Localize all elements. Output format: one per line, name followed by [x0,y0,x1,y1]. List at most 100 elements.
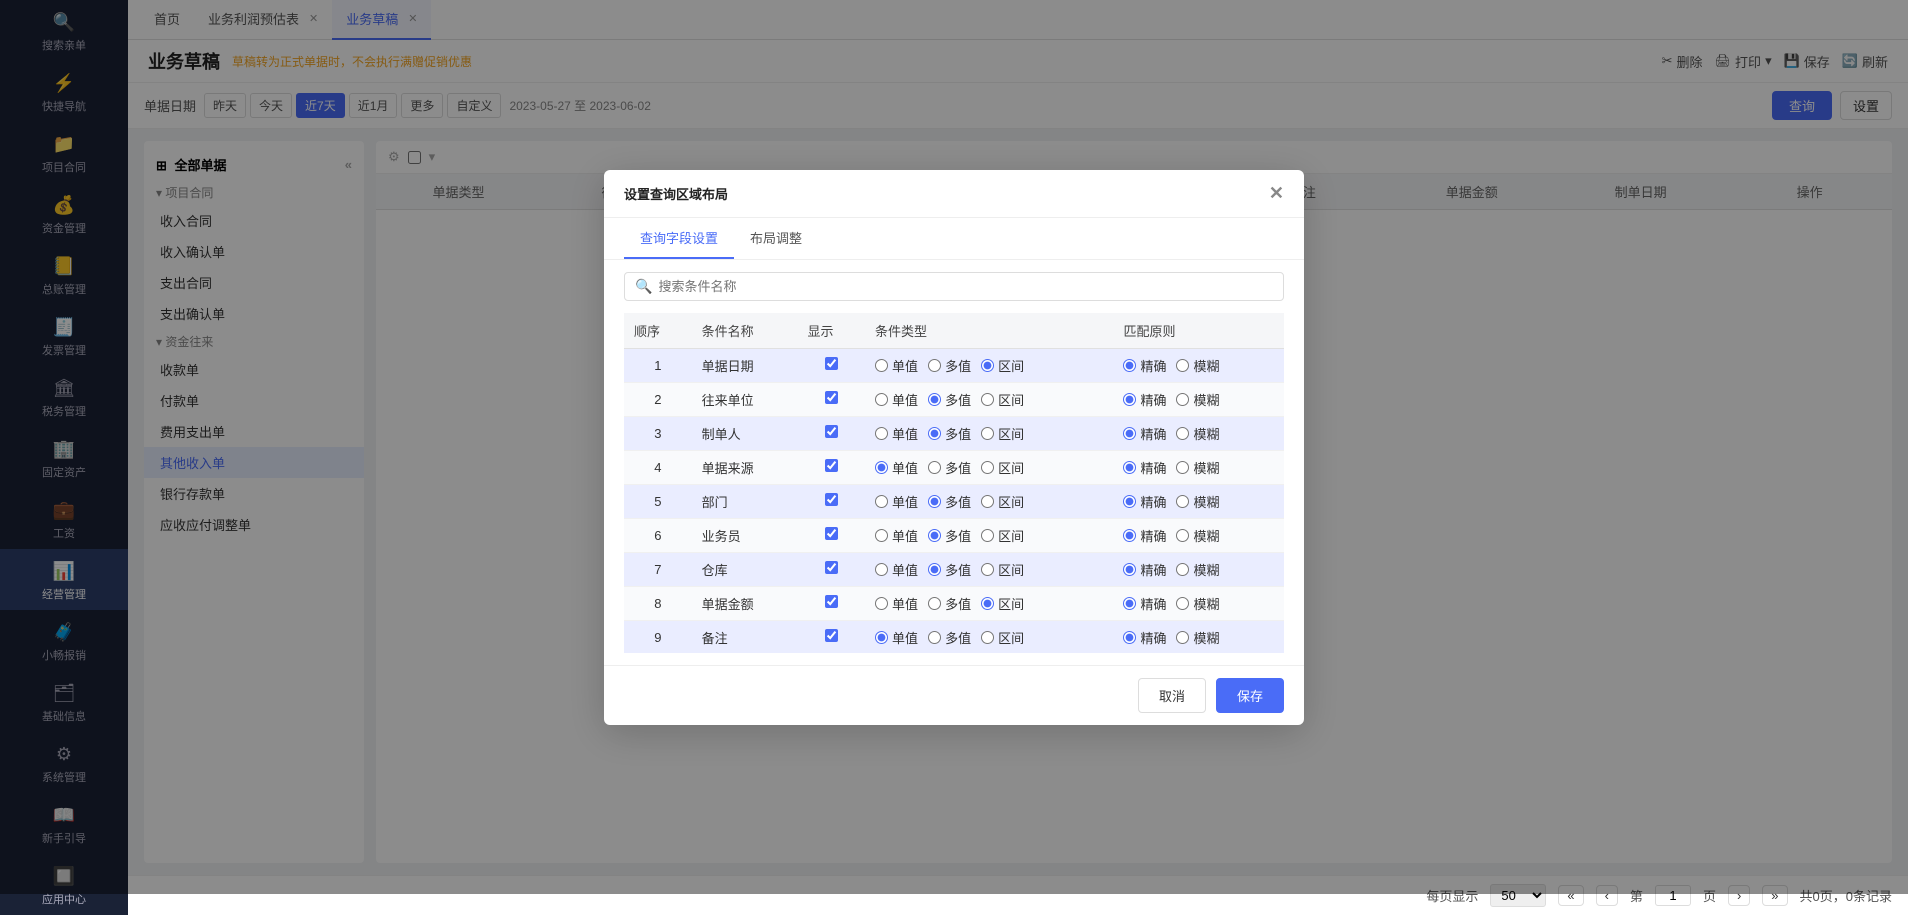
match-radio-精确-9[interactable] [1123,631,1136,644]
row-show-4[interactable] [797,450,865,484]
row-show-3[interactable] [797,416,865,450]
match-radio-模糊-1[interactable] [1176,359,1189,372]
row-show-2[interactable] [797,382,865,416]
row-show-8[interactable] [797,586,865,620]
show-checkbox-5[interactable] [825,493,838,506]
type-radio-区间-5[interactable] [981,495,994,508]
type-option-单值-row-6[interactable]: 单值 [875,526,918,545]
row-show-1[interactable] [797,348,865,382]
match-option-模糊-row-9[interactable]: 模糊 [1176,628,1219,647]
show-checkbox-6[interactable] [825,527,838,540]
match-radio-模糊-6[interactable] [1176,529,1189,542]
type-option-单值-row-7[interactable]: 单值 [875,560,918,579]
match-radio-模糊-3[interactable] [1176,427,1189,440]
match-radio-模糊-8[interactable] [1176,597,1189,610]
show-checkbox-3[interactable] [825,425,838,438]
match-option-模糊-row-8[interactable]: 模糊 [1176,594,1219,613]
show-checkbox-7[interactable] [825,561,838,574]
tab-layout-adjust[interactable]: 布局调整 [734,218,818,259]
type-radio-单值-4[interactable] [875,461,888,474]
modal-save-button[interactable]: 保存 [1216,678,1284,713]
match-radio-精确-1[interactable] [1123,359,1136,372]
type-option-多值-row-1[interactable]: 多值 [928,356,971,375]
type-radio-多值-9[interactable] [928,631,941,644]
row-show-9[interactable] [797,620,865,653]
match-radio-模糊-4[interactable] [1176,461,1189,474]
match-option-精确-row-8[interactable]: 精确 [1123,594,1166,613]
match-option-精确-row-6[interactable]: 精确 [1123,526,1166,545]
row-match-2[interactable]: 精确模糊 [1113,382,1284,416]
match-radio-模糊-7[interactable] [1176,563,1189,576]
show-checkbox-2[interactable] [825,391,838,404]
match-radio-模糊-5[interactable] [1176,495,1189,508]
type-radio-多值-8[interactable] [928,597,941,610]
row-type-6[interactable]: 单值多值区间 [865,518,1113,552]
match-option-精确-row-5[interactable]: 精确 [1123,492,1166,511]
type-option-多值-row-6[interactable]: 多值 [928,526,971,545]
show-checkbox-9[interactable] [825,629,838,642]
match-option-精确-row-3[interactable]: 精确 [1123,424,1166,443]
match-option-精确-row-4[interactable]: 精确 [1123,458,1166,477]
match-radio-精确-5[interactable] [1123,495,1136,508]
match-radio-精确-4[interactable] [1123,461,1136,474]
row-type-4[interactable]: 单值多值区间 [865,450,1113,484]
type-radio-单值-8[interactable] [875,597,888,610]
type-option-多值-row-5[interactable]: 多值 [928,492,971,511]
type-radio-单值-5[interactable] [875,495,888,508]
row-match-5[interactable]: 精确模糊 [1113,484,1284,518]
type-option-多值-row-8[interactable]: 多值 [928,594,971,613]
type-option-区间-row-8[interactable]: 区间 [981,594,1024,613]
type-option-区间-row-2[interactable]: 区间 [981,390,1024,409]
type-option-区间-row-3[interactable]: 区间 [981,424,1024,443]
cancel-button[interactable]: 取消 [1138,678,1206,713]
match-radio-精确-3[interactable] [1123,427,1136,440]
row-show-5[interactable] [797,484,865,518]
type-option-多值-row-3[interactable]: 多值 [928,424,971,443]
match-option-模糊-row-3[interactable]: 模糊 [1176,424,1219,443]
match-option-精确-row-9[interactable]: 精确 [1123,628,1166,647]
match-option-精确-row-7[interactable]: 精确 [1123,560,1166,579]
match-radio-模糊-2[interactable] [1176,393,1189,406]
type-option-区间-row-1[interactable]: 区间 [981,356,1024,375]
type-radio-区间-6[interactable] [981,529,994,542]
type-radio-单值-2[interactable] [875,393,888,406]
row-match-7[interactable]: 精确模糊 [1113,552,1284,586]
match-radio-精确-6[interactable] [1123,529,1136,542]
row-type-1[interactable]: 单值多值区间 [865,348,1113,382]
type-option-单值-row-1[interactable]: 单值 [875,356,918,375]
type-option-多值-row-2[interactable]: 多值 [928,390,971,409]
row-match-1[interactable]: 精确模糊 [1113,348,1284,382]
row-match-9[interactable]: 精确模糊 [1113,620,1284,653]
row-type-5[interactable]: 单值多值区间 [865,484,1113,518]
row-type-8[interactable]: 单值多值区间 [865,586,1113,620]
type-radio-单值-1[interactable] [875,359,888,372]
type-radio-多值-6[interactable] [928,529,941,542]
match-option-模糊-row-7[interactable]: 模糊 [1176,560,1219,579]
match-option-精确-row-1[interactable]: 精确 [1123,356,1166,375]
row-show-7[interactable] [797,552,865,586]
row-match-4[interactable]: 精确模糊 [1113,450,1284,484]
type-radio-区间-1[interactable] [981,359,994,372]
type-radio-多值-5[interactable] [928,495,941,508]
row-type-2[interactable]: 单值多值区间 [865,382,1113,416]
row-type-7[interactable]: 单值多值区间 [865,552,1113,586]
row-type-3[interactable]: 单值多值区间 [865,416,1113,450]
type-radio-区间-9[interactable] [981,631,994,644]
match-radio-精确-7[interactable] [1123,563,1136,576]
match-radio-模糊-9[interactable] [1176,631,1189,644]
type-option-多值-row-4[interactable]: 多值 [928,458,971,477]
match-option-精确-row-2[interactable]: 精确 [1123,390,1166,409]
type-option-多值-row-7[interactable]: 多值 [928,560,971,579]
type-radio-区间-2[interactable] [981,393,994,406]
match-option-模糊-row-6[interactable]: 模糊 [1176,526,1219,545]
type-radio-区间-4[interactable] [981,461,994,474]
type-radio-多值-3[interactable] [928,427,941,440]
type-radio-区间-8[interactable] [981,597,994,610]
type-radio-单值-6[interactable] [875,529,888,542]
show-checkbox-4[interactable] [825,459,838,472]
row-show-6[interactable] [797,518,865,552]
type-radio-单值-3[interactable] [875,427,888,440]
modal-close-button[interactable]: ✕ [1269,184,1284,202]
type-option-单值-row-5[interactable]: 单值 [875,492,918,511]
match-option-模糊-row-2[interactable]: 模糊 [1176,390,1219,409]
